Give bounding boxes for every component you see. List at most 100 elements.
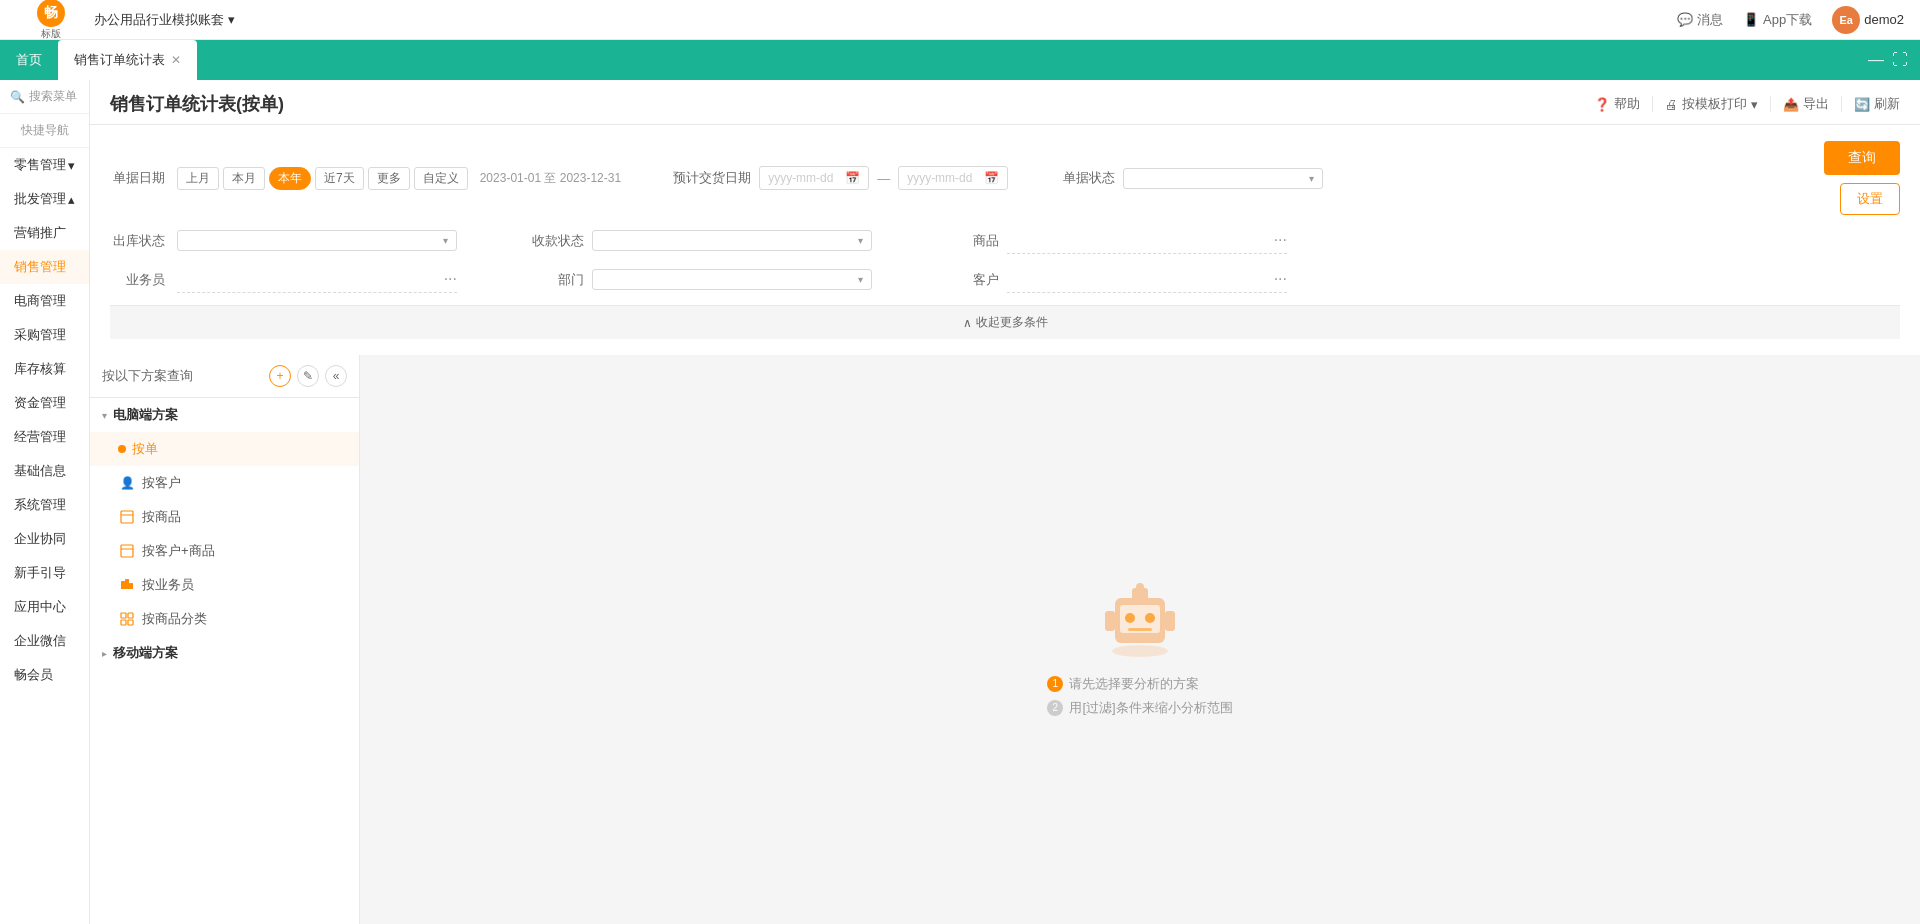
sidebar-wholesale-label: 批发管理	[14, 190, 66, 208]
export-label: 导出	[1803, 95, 1829, 113]
search-icon: 🔍	[10, 90, 25, 104]
goods-category-scheme-icon	[118, 610, 136, 628]
setting-button[interactable]: 设置	[1840, 183, 1900, 215]
order-status-select[interactable]: ▾	[1123, 168, 1323, 189]
scheme-item-by-customer[interactable]: 👤 按客户	[90, 466, 359, 500]
scheme-item-by-customer-goods[interactable]: 按客户+商品	[90, 534, 359, 568]
ship-status-select[interactable]: ▾	[177, 230, 457, 251]
collapse-panel-button[interactable]: «	[325, 365, 347, 387]
add-scheme-button[interactable]: +	[269, 365, 291, 387]
svg-point-11	[1112, 645, 1168, 657]
sidebar-item-vip[interactable]: 畅会员	[0, 658, 89, 692]
page-header-actions: ❓ 帮助 🖨 按模板打印 ▾ 📤 导出 🔄 刷新	[1594, 95, 1900, 113]
sidebar-item-enterprise[interactable]: 企业协同	[0, 522, 89, 556]
sidebar-item-sales[interactable]: 销售管理	[0, 250, 89, 284]
scheme-by-salesperson-label: 按业务员	[142, 576, 194, 594]
empty-illustration	[1090, 563, 1190, 663]
customer-label: 客户	[944, 271, 999, 289]
delivery-date-start[interactable]: yyyy-mm-dd 📅	[759, 166, 869, 190]
scheme-item-by-goods-category[interactable]: 按商品分类	[90, 602, 359, 636]
sidebar-marketing-label: 营销推广	[14, 224, 66, 242]
goods-input[interactable]: ···	[1007, 227, 1287, 254]
sidebar-search-row[interactable]: 🔍 搜索菜单	[0, 80, 90, 114]
scheme-item-by-goods[interactable]: 按商品	[90, 500, 359, 534]
app-download-action[interactable]: 📱 App下载	[1743, 11, 1812, 29]
scheme-item-by-order[interactable]: 按单	[90, 432, 359, 466]
date-btn-custom[interactable]: 自定义	[414, 167, 468, 190]
mobile-scheme-header[interactable]: ▸ 移动端方案	[90, 636, 359, 670]
filter-row-1: 单据日期 上月 本月 本年 近7天 更多 自定义 2023-01-01 至 20…	[110, 141, 1900, 215]
sidebar-system-label: 系统管理	[14, 496, 66, 514]
date-btn-more[interactable]: 更多	[368, 167, 410, 190]
help-button[interactable]: ❓ 帮助	[1594, 95, 1640, 113]
sidebar-item-marketing[interactable]: 营销推广	[0, 216, 89, 250]
salesperson-label: 业务员	[110, 271, 165, 289]
tab-home[interactable]: 首页	[0, 40, 58, 80]
customer-input[interactable]: ···	[1007, 266, 1287, 293]
template-print-label: 按模板打印	[1682, 95, 1747, 113]
collect-status-select[interactable]: ▾	[592, 230, 872, 251]
goods-dots-icon: ···	[1274, 231, 1287, 249]
sidebar-item-ops[interactable]: 经营管理	[0, 420, 89, 454]
sidebar-item-stock[interactable]: 库存核算	[0, 352, 89, 386]
print-arrow-icon: ▾	[1751, 97, 1758, 112]
sidebar-item-newbie[interactable]: 新手引导	[0, 556, 89, 590]
date-label: 单据日期	[110, 169, 165, 187]
svg-rect-2	[121, 545, 133, 557]
sidebar-item-basic[interactable]: 基础信息	[0, 454, 89, 488]
mobile-scheme-label: 移动端方案	[113, 644, 178, 662]
svg-rect-16	[1128, 628, 1152, 631]
edit-scheme-button[interactable]: ✎	[297, 365, 319, 387]
left-panel-actions: + ✎ «	[269, 365, 347, 387]
pc-scheme-header[interactable]: ▾ 电脑端方案	[90, 398, 359, 432]
sidebar-item-wechat[interactable]: 企业微信	[0, 624, 89, 658]
date-btn-last-month[interactable]: 上月	[177, 167, 219, 190]
sidebar-item-retail[interactable]: 零售管理 ▾	[0, 148, 89, 182]
collapse-row[interactable]: ∧ 收起更多条件	[110, 305, 1900, 339]
date-btn-7days[interactable]: 近7天	[315, 167, 364, 190]
sidebar-item-appcenter[interactable]: 应用中心	[0, 590, 89, 624]
export-button[interactable]: 📤 导出	[1783, 95, 1829, 113]
sidebar-item-wholesale[interactable]: 批发管理 ▴	[0, 182, 89, 216]
scheme-by-customer-label: 按客户	[142, 474, 181, 492]
svg-rect-5	[125, 579, 129, 589]
tab-expand-button[interactable]: ⛶	[1892, 51, 1908, 69]
sidebar-search-label: 搜索菜单	[29, 88, 77, 105]
salesperson-dots-icon: ···	[444, 270, 457, 288]
salesperson-input[interactable]: ···	[177, 266, 457, 293]
scheme-by-order-label: 按单	[132, 440, 158, 458]
dept-arrow-icon: ▾	[858, 274, 863, 285]
dept-label: 部门	[529, 271, 584, 289]
sidebar-item-purchase[interactable]: 采购管理	[0, 318, 89, 352]
goods-label: 商品	[944, 232, 999, 250]
scheme-item-by-salesperson[interactable]: 按业务员	[90, 568, 359, 602]
date-btn-this-year[interactable]: 本年	[269, 167, 311, 190]
divider-1	[1652, 96, 1653, 112]
collapse-up-icon: ∧	[963, 316, 972, 330]
svg-point-18	[1136, 583, 1144, 591]
dept-select[interactable]: ▾	[592, 269, 872, 290]
tab-sales-order-label: 销售订单统计表	[74, 51, 165, 69]
sidebar-item-ecommerce[interactable]: 电商管理	[0, 284, 89, 318]
sidebar-finance-label: 资金管理	[14, 394, 66, 412]
tab-sales-order-stat[interactable]: 销售订单统计表 ✕	[58, 40, 197, 80]
message-action[interactable]: 💬 消息	[1677, 11, 1723, 29]
btn-area: 查询 设置	[1824, 141, 1900, 215]
delivery-date-end[interactable]: yyyy-mm-dd 📅	[898, 166, 1008, 190]
left-panel: 按以下方案查询 + ✎ « ▾ 电脑端方案	[90, 355, 360, 924]
refresh-button[interactable]: 🔄 刷新	[1854, 95, 1900, 113]
sidebar-newbie-label: 新手引导	[14, 564, 66, 582]
date-btn-this-month[interactable]: 本月	[223, 167, 265, 190]
date-range-text: 2023-01-01 至 2023-12-31	[480, 170, 621, 187]
sidebar-quick-nav[interactable]: 快捷导航	[0, 114, 90, 148]
query-button[interactable]: 查询	[1824, 141, 1900, 175]
sidebar-item-finance[interactable]: 资金管理	[0, 386, 89, 420]
svg-rect-19	[1105, 611, 1115, 631]
sidebar-item-system[interactable]: 系统管理	[0, 488, 89, 522]
template-print-button[interactable]: 🖨 按模板打印 ▾	[1665, 95, 1758, 113]
user-profile[interactable]: Ea demo2	[1832, 6, 1904, 34]
company-selector[interactable]: 办公用品行业模拟账套 ▾	[94, 11, 235, 29]
tab-minimize-button[interactable]: —	[1868, 51, 1884, 69]
tab-close-icon[interactable]: ✕	[171, 53, 181, 67]
page-header: 销售订单统计表(按单) ❓ 帮助 🖨 按模板打印 ▾ 📤 导出	[90, 80, 1920, 125]
